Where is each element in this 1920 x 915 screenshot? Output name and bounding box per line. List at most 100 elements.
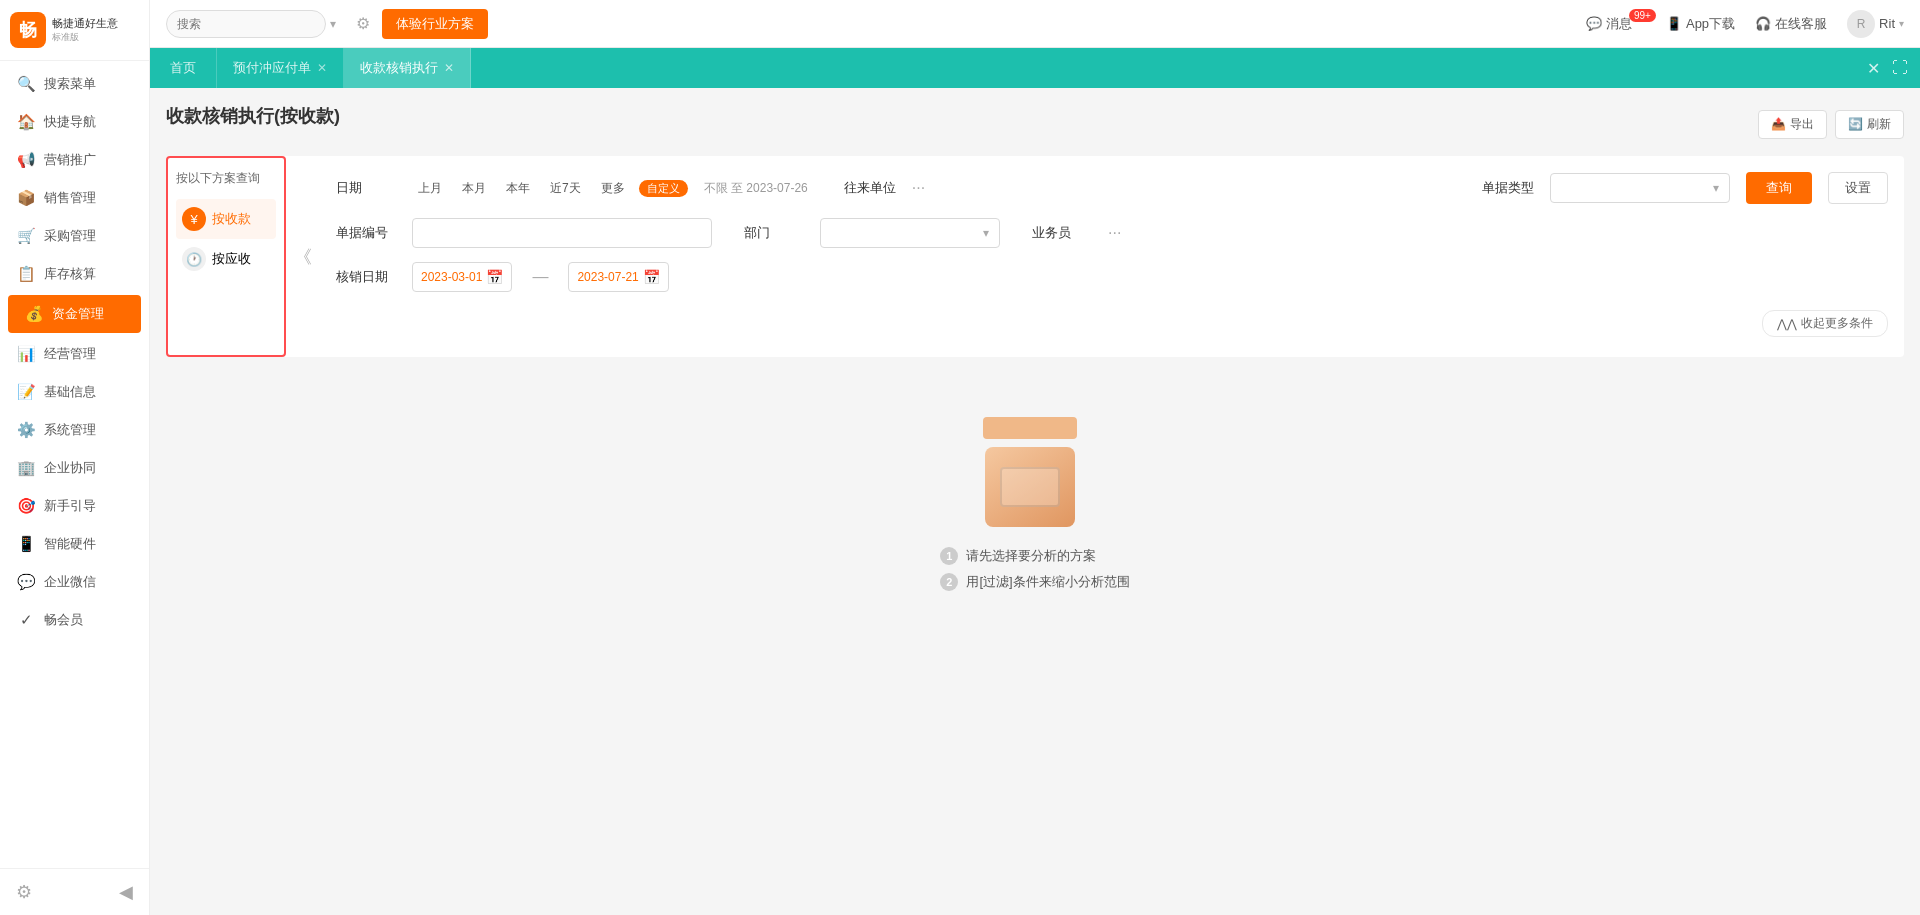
dept-select[interactable]: ▾ xyxy=(820,218,1000,248)
user-avatar[interactable]: R Rit ▾ xyxy=(1847,10,1904,38)
doc-no-input[interactable] xyxy=(412,218,712,248)
unit-ellipsis[interactable]: ··· xyxy=(912,179,936,197)
dept-arrow-icon: ▾ xyxy=(983,226,989,240)
enterprise-icon: 🏢 xyxy=(16,459,36,477)
collapse-icon: 《 xyxy=(294,245,312,269)
this-month-btn[interactable]: 本月 xyxy=(456,178,492,199)
sidebar-item-operation[interactable]: 📊 经营管理 xyxy=(0,335,149,373)
online-service-button[interactable]: 🎧 在线客服 xyxy=(1755,15,1827,33)
purchase-icon: 🛒 xyxy=(16,227,36,245)
filter-option-by-receivable[interactable]: 🕐 按应收 xyxy=(176,239,276,279)
sidebar-nav: 🔍 搜索菜单 🏠 快捷导航 📢 营销推广 📦 销售管理 🛒 采购管理 📋 库存核… xyxy=(0,61,149,868)
writeoff-date-end-picker[interactable]: 2023-07-21 📅 xyxy=(568,262,668,292)
tab-expand-icon[interactable]: ⛶ xyxy=(1892,59,1908,77)
sidebar-item-hardware[interactable]: 📱 智能硬件 xyxy=(0,525,149,563)
sidebar-item-inventory[interactable]: 📋 库存核算 xyxy=(0,255,149,293)
sidebar-item-sales[interactable]: 📦 销售管理 xyxy=(0,179,149,217)
form-area: 日期 上月 本月 本年 近7天 更多 自定义 不限 至 2023-07-26 xyxy=(320,156,1904,357)
message-button[interactable]: 💬 消息 99+ xyxy=(1586,15,1646,33)
sidebar-item-member[interactable]: ✓ 畅会员 xyxy=(0,601,149,639)
sidebar-item-search[interactable]: 🔍 搜索菜单 xyxy=(0,65,149,103)
basic-icon: 📝 xyxy=(16,383,36,401)
this-year-btn[interactable]: 本年 xyxy=(500,178,536,199)
sidebar-item-guide[interactable]: 🎯 新手引导 xyxy=(0,487,149,525)
app-download-button[interactable]: 📱 App下载 xyxy=(1666,15,1735,33)
doc-type-select[interactable]: ▾ xyxy=(1550,173,1730,203)
tab-home[interactable]: 首页 xyxy=(150,48,217,88)
main-area: ▾ ⚙ 体验行业方案 💬 消息 99+ 📱 App下载 🎧 在线客服 R Rit xyxy=(150,0,1920,915)
collapse-more-button[interactable]: ⋀⋀ 收起更多条件 xyxy=(1762,310,1888,337)
guide-icon: 🎯 xyxy=(16,497,36,515)
filter-sidebar-title: 按以下方案查询 xyxy=(176,170,276,187)
search-icon: 🔍 xyxy=(16,75,36,93)
date-range-display: 不限 至 2023-07-26 xyxy=(704,180,808,197)
staff-ellipsis[interactable]: ··· xyxy=(1108,224,1132,242)
tab-close-all-icon[interactable]: ✕ xyxy=(1867,59,1880,78)
writeoff-date-label: 核销日期 xyxy=(336,268,396,286)
advance-tab-close-icon[interactable]: ✕ xyxy=(317,61,327,75)
sidebar: 畅 畅捷通好生意 标准版 🔍 搜索菜单 🏠 快捷导航 📢 营销推广 📦 销售管理… xyxy=(0,0,150,915)
form-row-2: 单据编号 部门 ▾ 业务员 ··· xyxy=(336,218,1888,248)
writeoff-date-start-picker[interactable]: 2023-03-01 📅 xyxy=(412,262,512,292)
app-badge: 标准版 xyxy=(52,31,118,44)
operation-icon: 📊 xyxy=(16,345,36,363)
start-calendar-icon: 📅 xyxy=(486,269,503,285)
sidebar-item-system[interactable]: ⚙️ 系统管理 xyxy=(0,411,149,449)
app-name: 畅捷通好生意 xyxy=(52,16,118,31)
filter-option-by-receipt[interactable]: ¥ 按收款 xyxy=(176,199,276,239)
receipt-icon: ¥ xyxy=(182,207,206,231)
collapse-sidebar-icon[interactable]: ◀ xyxy=(119,881,133,903)
topbar-chevron-icon[interactable]: ▾ xyxy=(330,17,336,31)
marketing-icon: 📢 xyxy=(16,151,36,169)
last-month-btn[interactable]: 上月 xyxy=(412,178,448,199)
settings-button[interactable]: 设置 xyxy=(1828,172,1888,204)
industry-solution-button[interactable]: 体验行业方案 xyxy=(382,9,488,39)
hint-num-1: 1 xyxy=(940,547,958,565)
hint-text-2: 用[过滤]条件来缩小分析范围 xyxy=(966,573,1129,591)
receipt-label: 按收款 xyxy=(212,210,251,228)
sidebar-item-shortcut[interactable]: 🏠 快捷导航 xyxy=(0,103,149,141)
message-icon: 💬 xyxy=(1586,16,1602,31)
writeoff-tab-label: 收款核销执行 xyxy=(360,59,438,77)
sidebar-item-finance[interactable]: 💰 资金管理 xyxy=(8,295,141,333)
sidebar-item-marketing[interactable]: 📢 营销推广 xyxy=(0,141,149,179)
sales-icon: 📦 xyxy=(16,189,36,207)
last-7-days-btn[interactable]: 近7天 xyxy=(544,178,587,199)
export-icon: 📤 xyxy=(1771,117,1786,131)
form-row-3: 核销日期 2023-03-01 📅 — 2023-07-21 📅 xyxy=(336,262,1888,292)
writeoff-end-date: 2023-07-21 xyxy=(577,270,638,284)
user-chevron-icon: ▾ xyxy=(1899,18,1904,29)
hint-num-2: 2 xyxy=(940,573,958,591)
username-label: Rit xyxy=(1879,16,1895,31)
sidebar-item-wechat[interactable]: 💬 企业微信 xyxy=(0,563,149,601)
tab-writeoff[interactable]: 收款核销执行 ✕ xyxy=(344,48,471,88)
sidebar-item-purchase[interactable]: 🛒 采购管理 xyxy=(0,217,149,255)
member-icon: ✓ xyxy=(16,611,36,629)
filter-collapse-button[interactable]: 《 xyxy=(286,156,320,357)
receivable-icon: 🕐 xyxy=(182,247,206,271)
topbar: ▾ ⚙ 体验行业方案 💬 消息 99+ 📱 App下载 🎧 在线客服 R Rit xyxy=(150,0,1920,48)
wechat-icon: 💬 xyxy=(16,573,36,591)
refresh-icon: 🔄 xyxy=(1848,117,1863,131)
writeoff-tab-close-icon[interactable]: ✕ xyxy=(444,61,454,75)
tab-advance[interactable]: 预付冲应付单 ✕ xyxy=(217,48,344,88)
finance-icon: 💰 xyxy=(24,305,44,323)
page-content: 收款核销执行(按收款) 📤 导出 🔄 刷新 按以下方案查询 xyxy=(150,88,1920,915)
doc-type-label: 单据类型 xyxy=(1482,179,1542,197)
more-date-btn[interactable]: 更多 xyxy=(595,178,631,199)
topbar-right: 💬 消息 99+ 📱 App下载 🎧 在线客服 R Rit ▾ xyxy=(1586,10,1904,38)
sidebar-item-basic[interactable]: 📝 基础信息 xyxy=(0,373,149,411)
settings-footer-icon[interactable]: ⚙ xyxy=(16,881,32,903)
export-button[interactable]: 📤 导出 xyxy=(1758,110,1827,139)
writeoff-start-date: 2023-03-01 xyxy=(421,270,482,284)
topbar-search-input[interactable] xyxy=(166,10,326,38)
inventory-icon: 📋 xyxy=(16,265,36,283)
logo-icon: 畅 xyxy=(10,12,46,48)
topbar-search-area: ▾ xyxy=(166,10,336,38)
avatar-img: R xyxy=(1847,10,1875,38)
sidebar-item-enterprise[interactable]: 🏢 企业协同 xyxy=(0,449,149,487)
topbar-gear-icon[interactable]: ⚙ xyxy=(356,14,370,33)
query-button[interactable]: 查询 xyxy=(1746,172,1812,204)
hardware-icon: 📱 xyxy=(16,535,36,553)
refresh-button[interactable]: 🔄 刷新 xyxy=(1835,110,1904,139)
